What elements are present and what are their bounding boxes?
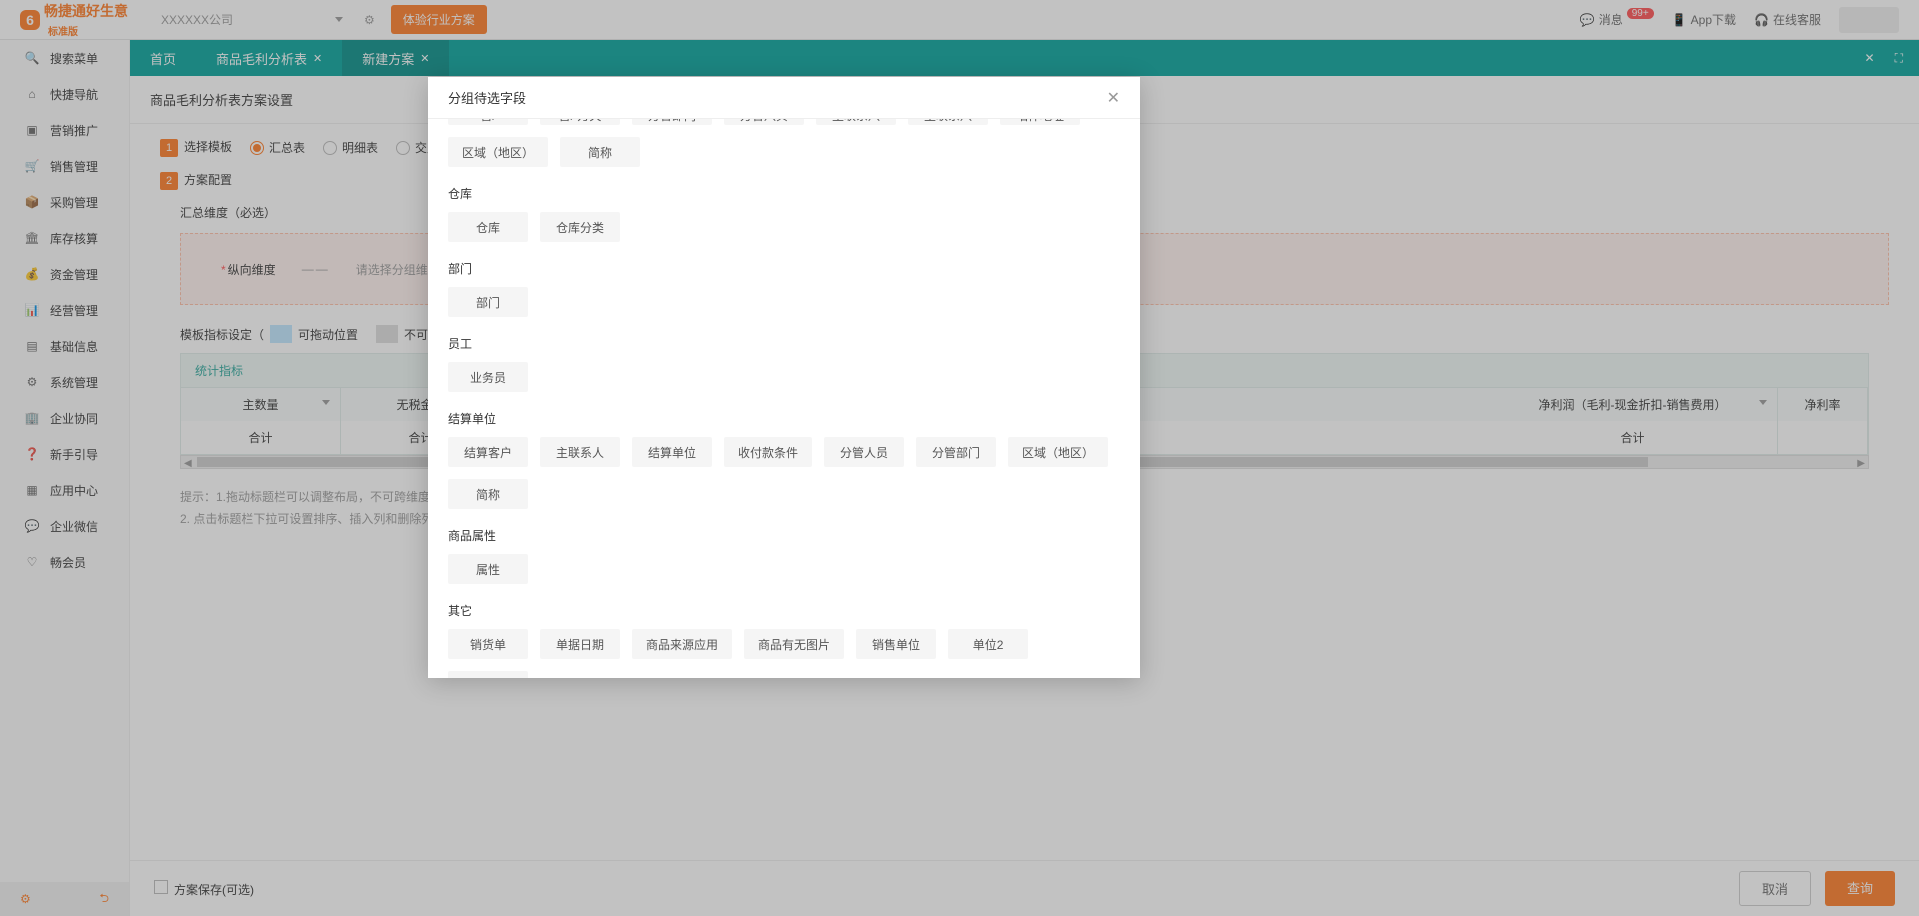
field-chip[interactable]: 属性 — [448, 554, 528, 584]
field-chip[interactable]: 销货单 — [448, 629, 528, 659]
field-chip[interactable]: 单位2 — [948, 629, 1028, 659]
field-chip[interactable]: 方合即门 — [632, 119, 712, 125]
field-chip[interactable]: 业务员 — [448, 362, 528, 392]
field-chip[interactable]: 单据日期 — [540, 629, 620, 659]
field-group-title: 商品属性 — [448, 527, 1120, 544]
field-chip[interactable]: 结算单位 — [632, 437, 712, 467]
field-chip[interactable]: 暂/ 万天 — [540, 119, 620, 125]
field-chip[interactable]: 销售单位 — [856, 629, 936, 659]
field-chip[interactable]: 主联系人 — [540, 437, 620, 467]
field-group-title: 仓库 — [448, 185, 1120, 202]
field-group-title: 部门 — [448, 260, 1120, 277]
field-group-title: 其它 — [448, 602, 1120, 619]
field-chip[interactable]: 部门 — [448, 287, 528, 317]
field-group-title: 结算单位 — [448, 410, 1120, 427]
field-chip[interactable]: 分管人员 — [824, 437, 904, 467]
close-icon[interactable]: ✕ — [1107, 88, 1120, 108]
field-chip[interactable]: 暂/ — [448, 119, 528, 125]
field-group-title: 员工 — [448, 335, 1120, 352]
field-chip[interactable]: 主联系八 — [908, 119, 988, 125]
field-chip[interactable]: 简称 — [560, 137, 640, 167]
modal-body[interactable]: 暂/暂/ 万天方合即门方合八贝主联系八主联系八咱件地址 区域（地区）简称 仓库仓… — [428, 119, 1140, 678]
field-chip[interactable]: 商品有无图片 — [744, 629, 844, 659]
group-fields-modal: 分组待选字段 ✕ 暂/暂/ 万天 方合即门 方合八贝 主联系八 主联系八 咱件地址 区域（… — [428, 77, 1140, 678]
modal-title: 分组待选字段 — [448, 88, 526, 107]
field-chip[interactable]: 分管部门 — [916, 437, 996, 467]
field-chip[interactable]: 方合八贝 — [724, 119, 804, 125]
field-chip[interactable]: 咱件地址 — [1000, 119, 1080, 125]
field-chip[interactable]: 区域（地区） — [1008, 437, 1108, 467]
field-chip[interactable]: 主计量 — [448, 671, 528, 678]
field-chip[interactable]: 区域（地区） — [448, 137, 548, 167]
field-chip[interactable]: 结算客户 — [448, 437, 528, 467]
field-chip[interactable]: 仓库 — [448, 212, 528, 242]
field-chip[interactable]: 简称 — [448, 479, 528, 509]
field-chip[interactable]: 商品来源应用 — [632, 629, 732, 659]
field-chip[interactable]: 收付款条件 — [724, 437, 812, 467]
field-chip[interactable]: 仓库分类 — [540, 212, 620, 242]
field-chip[interactable]: 主联系八 — [816, 119, 896, 125]
